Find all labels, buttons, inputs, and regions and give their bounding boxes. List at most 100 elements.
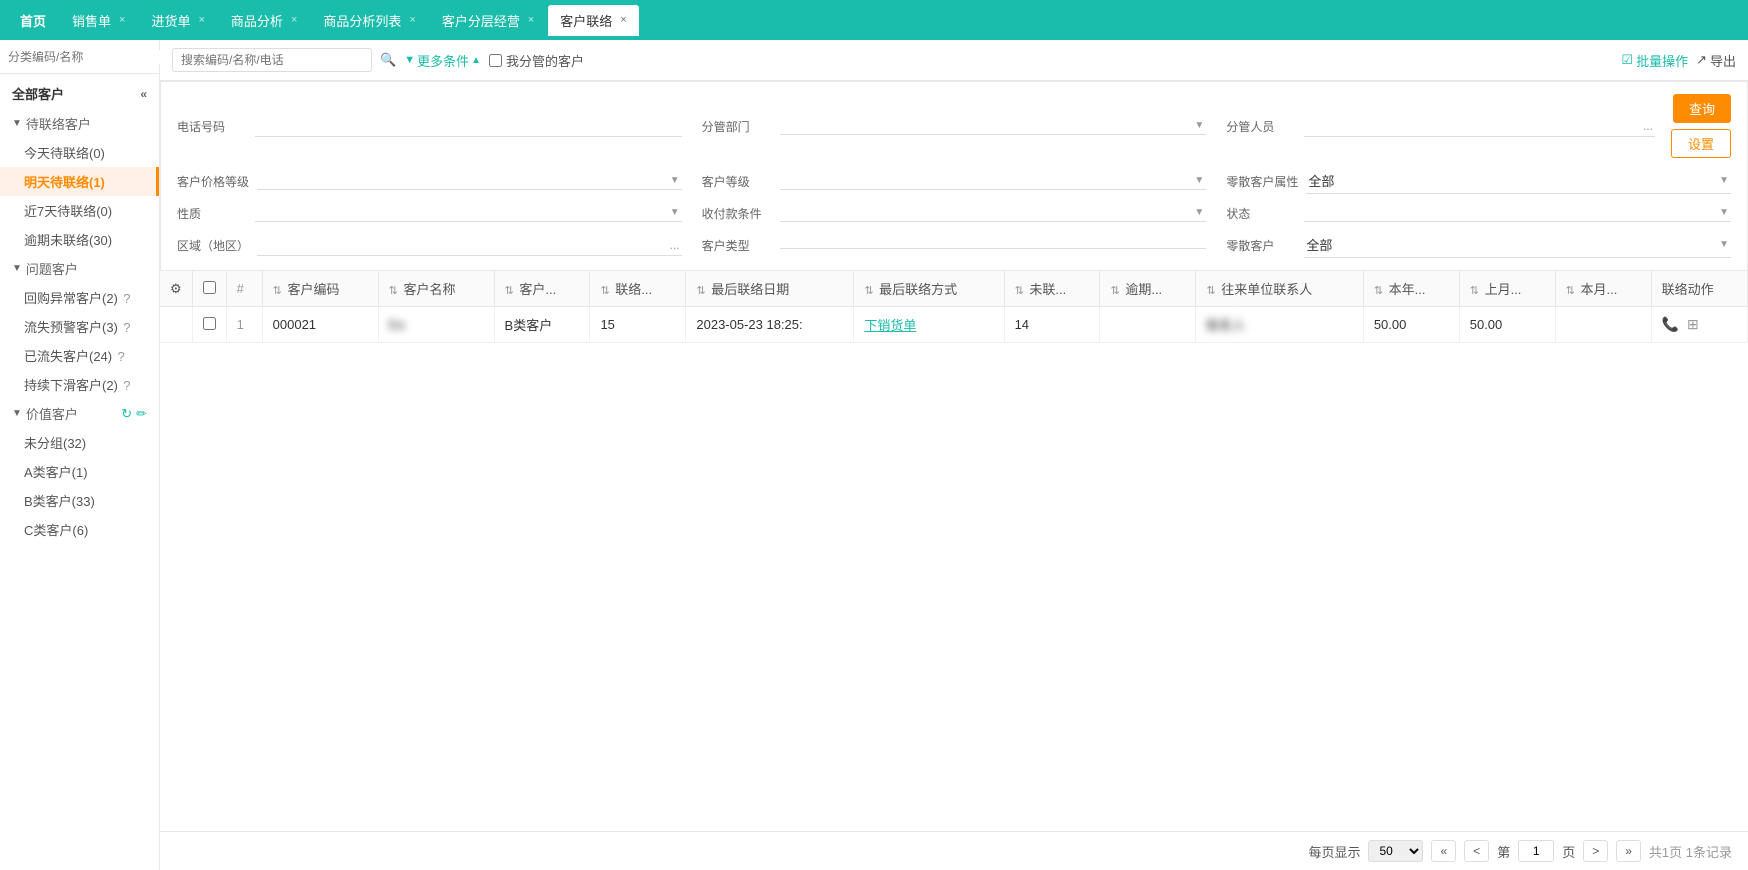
sidebar-item-declining[interactable]: 持续下滑客户(2) ? — [0, 370, 159, 399]
th-num: # — [226, 271, 262, 307]
qr-action-icon[interactable]: ⊞ — [1687, 316, 1699, 333]
sort-unlink-icon: ⇅ — [1015, 285, 1024, 297]
filter-customer-value-row: 客户价格等级 ▼ — [177, 168, 682, 194]
main-search-icon[interactable]: 🔍 — [380, 52, 396, 68]
filter-customer-type-select[interactable] — [780, 242, 1207, 249]
dept-chevron-icon: ▼ — [1194, 120, 1204, 131]
sidebar-body: 全部客户 « ▼ 待联络客户 今天待联络(0) 明天待联络(1) 近7天待联络(… — [0, 74, 159, 870]
filter-gender-select[interactable]: ▼ — [255, 204, 682, 222]
sidebar-item-repurchase-abnormal[interactable]: 回购异常客户(2) ? — [0, 283, 159, 312]
th-overdue[interactable]: ⇅ 逾期... — [1100, 271, 1196, 307]
nav-customer-tier[interactable]: 客户分层经营 × — [430, 5, 546, 36]
sidebar-item-today[interactable]: 今天待联络(0) — [0, 138, 159, 167]
filter-payment-select[interactable]: ▼ — [780, 204, 1207, 222]
help-icon-3[interactable]: ? — [117, 349, 124, 364]
row-checkbox[interactable] — [203, 317, 216, 330]
th-contact-person[interactable]: ⇅ 往来单位联系人 — [1196, 271, 1363, 307]
page-size-select[interactable]: 50 100 200 — [1368, 840, 1423, 862]
th-customer-code[interactable]: ⇅ 客户编码 — [262, 271, 378, 307]
filter-dept-select[interactable]: ▼ — [780, 117, 1207, 135]
td-customer-code: 000021 — [262, 307, 378, 343]
help-icon-4[interactable]: ? — [123, 378, 130, 393]
more-conditions-btn[interactable]: ▼ 更多条件 ▲ — [404, 51, 481, 70]
select-all-checkbox[interactable] — [203, 281, 216, 294]
export-button[interactable]: ↗ 导出 — [1696, 51, 1736, 70]
group-problem-customers[interactable]: ▼ 问题客户 — [0, 254, 159, 283]
filter-customer-value-select[interactable]: ▼ — [257, 172, 682, 190]
th-last-month[interactable]: ⇅ 上月... — [1459, 271, 1555, 307]
th-actions: 联络动作 — [1651, 271, 1747, 307]
th-contact-count[interactable]: ⇅ 联络... — [590, 271, 686, 307]
filter-retail-customer-row: 零散客户 全部 ▼ — [1226, 232, 1731, 258]
sidebar-item-overdue[interactable]: 逾期未联络(30) — [0, 225, 159, 254]
sidebar-search-input[interactable] — [8, 50, 163, 64]
sidebar-item-ungrouped[interactable]: 未分组(32) — [0, 428, 159, 457]
set-button[interactable]: 设置 — [1671, 129, 1731, 158]
help-icon-1[interactable]: ? — [123, 291, 130, 306]
filter-dept-row: 分管部门 ▼ — [702, 94, 1207, 158]
sidebar-item-churned[interactable]: 已流失客户(24) ? — [0, 341, 159, 370]
sidebar-item-class-c[interactable]: C类客户(6) — [0, 515, 159, 544]
first-page-button[interactable]: « — [1431, 840, 1456, 862]
value-customer-refresh-icon[interactable]: ↻ — [121, 406, 132, 422]
region-ellipsis-icon: ... — [670, 238, 680, 252]
filter-region-select[interactable]: ... — [257, 235, 682, 256]
th-unlink-days[interactable]: ⇅ 未联... — [1004, 271, 1100, 307]
all-customers-header[interactable]: 全部客户 « — [0, 78, 159, 109]
page-number-input[interactable] — [1518, 840, 1554, 862]
batch-op-button[interactable]: ☑ 批量操作 — [1621, 51, 1688, 70]
filter-icon: ▼ — [404, 54, 415, 66]
filter-region-row: 区域（地区） ... — [177, 232, 682, 258]
nav-customer-contact[interactable]: 客户联络 × — [548, 5, 638, 36]
td-actions: 📞 ⊞ — [1651, 307, 1747, 343]
nav-sales[interactable]: 销售单 × — [60, 5, 137, 36]
td-last-contact-date: 2023-05-23 18:25: — [686, 307, 854, 343]
th-last-contact-date[interactable]: ⇅ 最后联络日期 — [686, 271, 854, 307]
sort-year-icon: ⇅ — [1374, 285, 1383, 297]
sidebar-item-class-a[interactable]: A类客户(1) — [0, 457, 159, 486]
group-pending-contact[interactable]: ▼ 待联络客户 — [0, 109, 159, 138]
filter-person-select[interactable]: ... — [1304, 116, 1655, 137]
nav-home[interactable]: 首页 — [8, 5, 58, 36]
phone-action-icon[interactable]: 📞 — [1662, 316, 1679, 333]
close-customer-tier-icon[interactable]: × — [528, 14, 534, 26]
customer-value-chevron-icon: ▼ — [670, 175, 680, 186]
group-value-customers[interactable]: ▼ 价值客户 ↻ ✏ — [0, 399, 159, 428]
value-customer-edit-icon[interactable]: ✏ — [136, 406, 147, 422]
close-sales-icon[interactable]: × — [119, 14, 125, 26]
sidebar-item-tomorrow[interactable]: 明天待联络(1) — [0, 167, 159, 196]
main-search-input[interactable] — [172, 48, 372, 72]
sidebar-item-class-b[interactable]: B类客户(33) — [0, 486, 159, 515]
th-this-year[interactable]: ⇅ 本年... — [1363, 271, 1459, 307]
th-customer-type[interactable]: ⇅ 客户... — [494, 271, 590, 307]
td-customer-name: Ea — [378, 307, 494, 343]
filter-bar: 🔍 ▼ 更多条件 ▲ 我分管的客户 ☑ 批量操作 ↗ 导出 — [160, 40, 1748, 81]
nav-analysis-list[interactable]: 商品分析列表 × — [311, 5, 427, 36]
close-purchase-icon[interactable]: × — [198, 14, 204, 26]
help-icon-2[interactable]: ? — [123, 320, 130, 335]
close-analysis-list-icon[interactable]: × — [409, 14, 415, 26]
group-pending-arrow: ▼ — [12, 118, 22, 129]
th-customer-name[interactable]: ⇅ 客户名称 — [378, 271, 494, 307]
nav-purchase[interactable]: 进货单 × — [139, 5, 216, 36]
next-page-button[interactable]: > — [1583, 840, 1608, 862]
filter-customer-level-select[interactable]: ▼ — [780, 172, 1207, 190]
sidebar-item-churn-warning[interactable]: 流失预警客户(3) ? — [0, 312, 159, 341]
query-button[interactable]: 查询 — [1673, 94, 1731, 123]
sidebar-item-7days[interactable]: 近7天待联络(0) — [0, 196, 159, 225]
th-last-contact-method[interactable]: ⇅ 最后联络方式 — [854, 271, 1004, 307]
filter-retail-customer-select[interactable]: 全部 ▼ — [1304, 232, 1731, 258]
settings-icon[interactable]: ⚙ — [170, 281, 182, 296]
filter-phone-input[interactable] — [255, 116, 682, 137]
filter-retail-attr-select[interactable]: 全部 ▼ — [1306, 168, 1731, 194]
close-analysis-icon[interactable]: × — [291, 14, 297, 26]
my-customers-checkbox[interactable] — [489, 54, 502, 67]
prev-page-button[interactable]: < — [1464, 840, 1489, 862]
th-this-month[interactable]: ⇅ 本月... — [1555, 271, 1651, 307]
my-customers-checkbox-label[interactable]: 我分管的客户 — [489, 51, 584, 70]
nav-analysis[interactable]: 商品分析 × — [219, 5, 309, 36]
close-customer-contact-icon[interactable]: × — [620, 14, 626, 26]
filter-status-select[interactable]: ▼ — [1304, 204, 1731, 222]
last-page-button[interactable]: » — [1616, 840, 1641, 862]
sidebar-collapse-icon[interactable]: « — [140, 87, 147, 101]
